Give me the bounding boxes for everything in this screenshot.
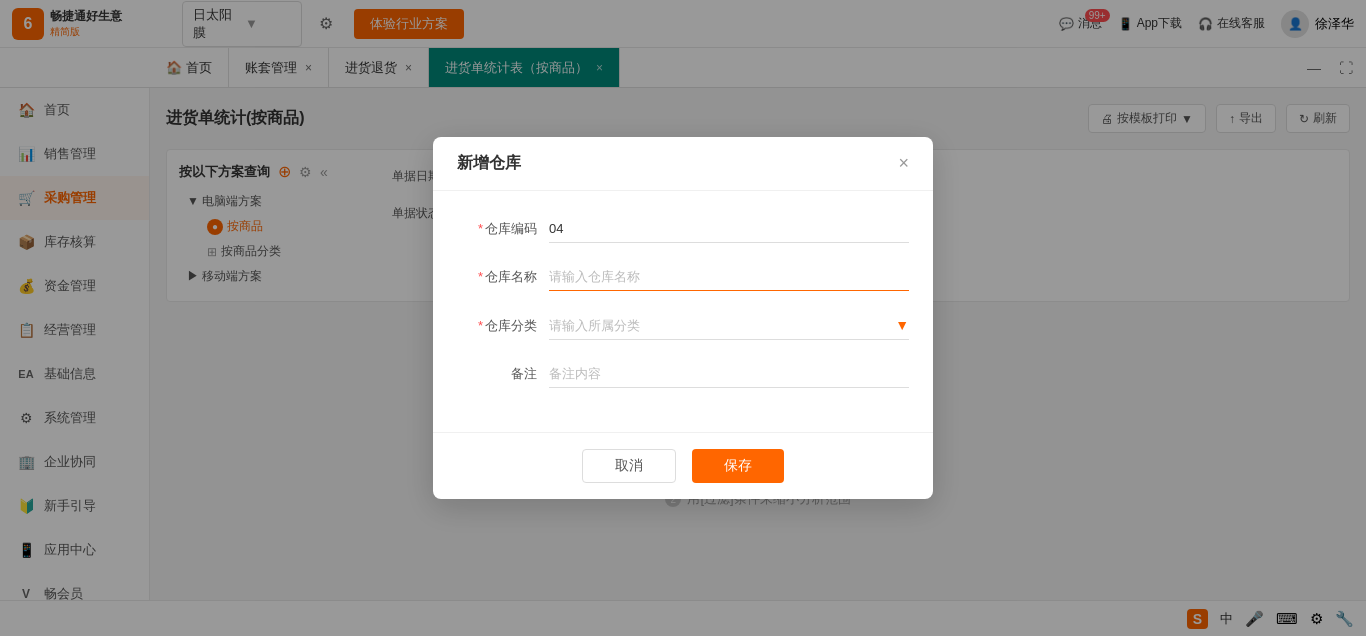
form-row-category: 仓库分类 ▼ (457, 311, 909, 340)
category-label: 仓库分类 (457, 317, 537, 335)
remark-label: 备注 (457, 365, 537, 383)
remark-input[interactable] (549, 360, 909, 388)
modal-title: 新增仓库 (457, 153, 521, 174)
form-row-code: 仓库编码 (457, 215, 909, 243)
new-warehouse-modal: 新增仓库 × 仓库编码 仓库名称 仓库分类 ▼ (433, 137, 933, 499)
category-input[interactable] (549, 318, 895, 333)
code-label: 仓库编码 (457, 220, 537, 238)
form-row-name: 仓库名称 (457, 263, 909, 291)
modal-body: 仓库编码 仓库名称 仓库分类 ▼ 备注 (433, 191, 933, 432)
save-button[interactable]: 保存 (692, 449, 784, 483)
modal-footer: 取消 保存 (433, 432, 933, 499)
cancel-button[interactable]: 取消 (582, 449, 676, 483)
form-row-remark: 备注 (457, 360, 909, 388)
category-select-row[interactable]: ▼ (549, 311, 909, 340)
name-label: 仓库名称 (457, 268, 537, 286)
name-input[interactable] (549, 263, 909, 291)
modal-close-button[interactable]: × (898, 153, 909, 174)
category-dropdown-arrow: ▼ (895, 317, 909, 333)
code-input[interactable] (549, 215, 909, 243)
modal-overlay: 新增仓库 × 仓库编码 仓库名称 仓库分类 ▼ (0, 0, 1366, 636)
modal-header: 新增仓库 × (433, 137, 933, 191)
